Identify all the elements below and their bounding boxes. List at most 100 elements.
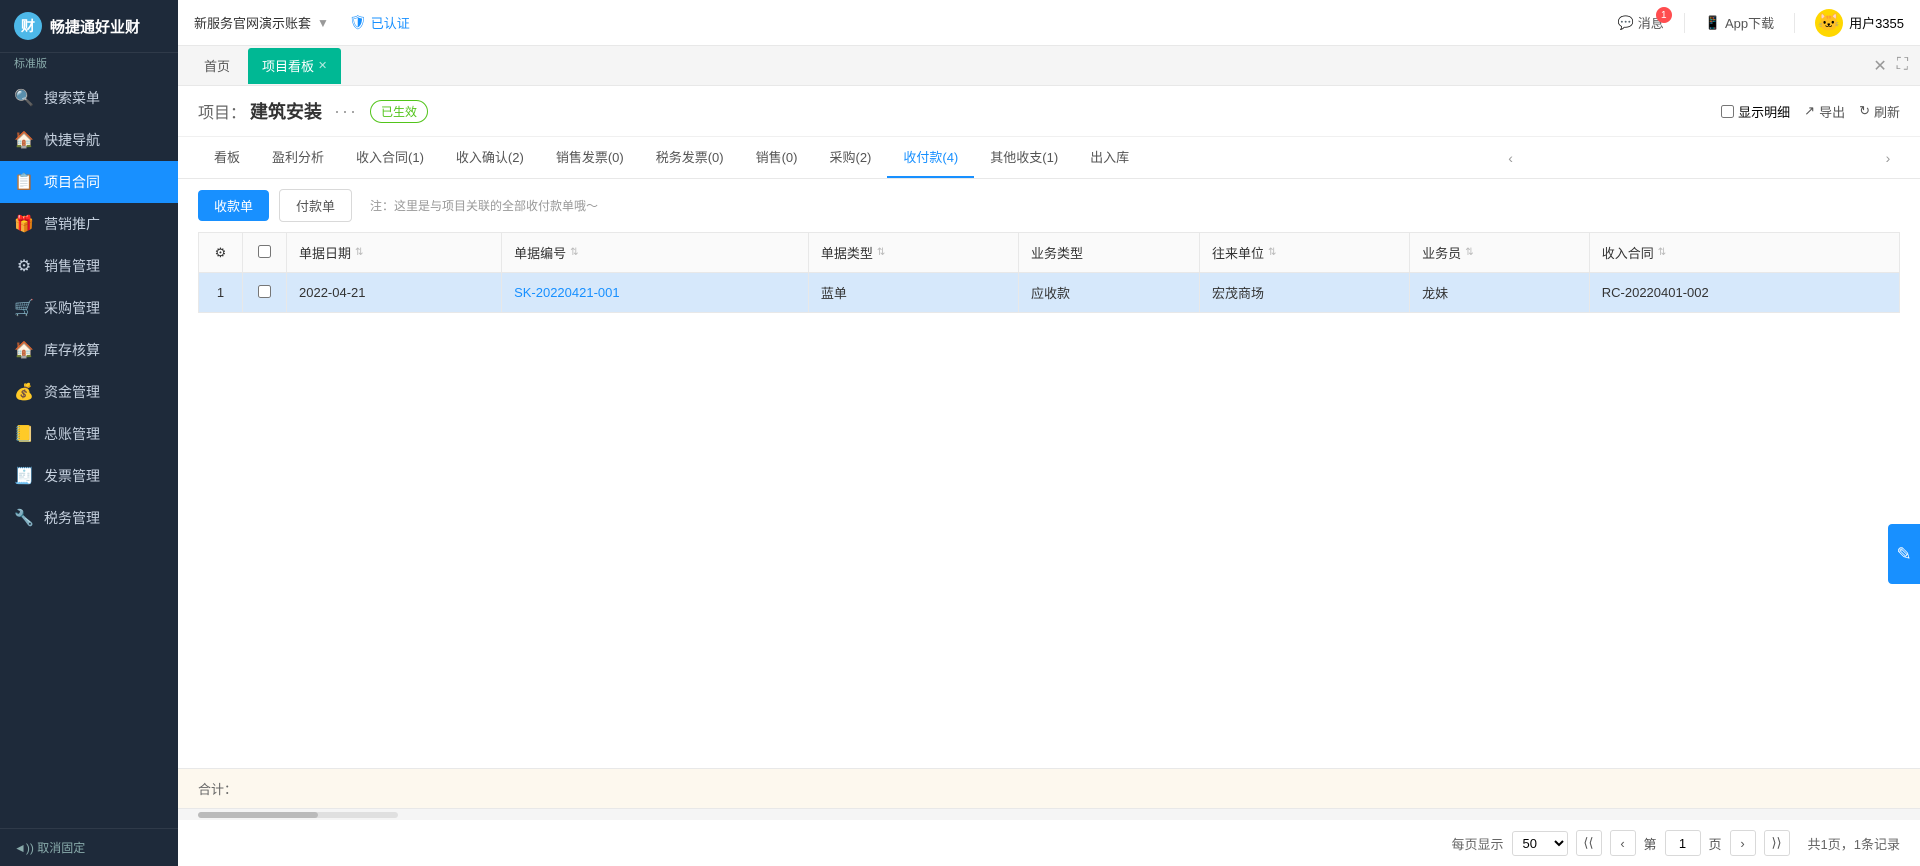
subtab-inout[interactable]: 出入库 (1074, 137, 1145, 178)
sidebar-item-tax[interactable]: 🔧 税务管理 (0, 497, 178, 539)
select-all-checkbox[interactable] (258, 245, 271, 258)
th-partner-label: 往来单位 (1212, 243, 1264, 262)
page-suffix: 页 (1709, 834, 1722, 853)
cart-icon: 🛒 (14, 298, 34, 318)
sort-icon4[interactable]: ⇅ (1268, 247, 1276, 258)
tab-project-board[interactable]: 项目看板 ✕ (248, 48, 341, 84)
subtab-income-confirm[interactable]: 收入确认(2) (440, 137, 540, 178)
export-button[interactable]: ↗ 导出 (1804, 102, 1845, 121)
sidebar-item-label: 税务管理 (44, 508, 100, 528)
row-checkbox[interactable] (258, 285, 271, 298)
per-page-select[interactable]: 50 100 200 (1512, 831, 1568, 856)
subtab-kanban[interactable]: 看板 (198, 137, 256, 178)
close-icon[interactable]: ✕ (318, 59, 327, 72)
th-date: 单据日期 ⇅ (287, 233, 502, 273)
th-type: 单据类型 ⇅ (808, 233, 1018, 273)
subtab-profit[interactable]: 盈利分析 (256, 137, 340, 178)
page-title-prefix: 项目： (198, 99, 246, 123)
page-number-input[interactable] (1665, 830, 1701, 856)
sidebar-item-purchase[interactable]: 🛒 采购管理 (0, 287, 178, 329)
sort-icon3[interactable]: ⇅ (877, 247, 885, 258)
show-detail-check[interactable] (1721, 105, 1734, 118)
subtab-prev-arrow[interactable]: ‹ (1499, 146, 1523, 170)
tab-home-label: 首页 (204, 56, 230, 75)
float-action-btn[interactable]: ✎ (1888, 524, 1920, 584)
prev-page-btn[interactable]: ‹ (1610, 830, 1636, 856)
tabsbar: 首页 项目看板 ✕ ✕ ⛶ (178, 46, 1920, 86)
first-page-btn[interactable]: ⟨⟨ (1576, 830, 1602, 856)
subtab-sales-invoice[interactable]: 销售发票(0) (540, 137, 640, 178)
sort-icon6[interactable]: ⇅ (1658, 247, 1666, 258)
doc-number-link[interactable]: SK-20220421-001 (514, 285, 620, 300)
next-page-btn[interactable]: › (1730, 830, 1756, 856)
payment-btn[interactable]: 付款单 (279, 189, 352, 222)
app-download-button[interactable]: 📱 App下载 (1705, 13, 1774, 32)
ledger-icon: 📒 (14, 424, 34, 444)
sidebar-scroll: 🔍 搜索菜单 🏠 快捷导航 📋 项目合同 🎁 营销推广 ⚙ 销售管理 🛒 采购管… (0, 77, 178, 828)
avatar: 🐱 (1815, 9, 1843, 37)
topbar-dropdown-icon[interactable]: ▼ (317, 16, 329, 30)
sort-icon5[interactable]: ⇅ (1465, 247, 1473, 258)
user-menu[interactable]: 🐱 用户3355 (1815, 9, 1904, 37)
subtab-collection[interactable]: 收付款(4) (887, 137, 974, 178)
subtab-next-arrow[interactable]: › (1876, 146, 1900, 170)
subtab-other-expense-label: 其他收支(1) (990, 150, 1058, 165)
float-icon: ✎ (1896, 544, 1911, 565)
window-buttons: ✕ ⛶ (1873, 56, 1908, 76)
subtab-income-contract[interactable]: 收入合同(1) (340, 137, 440, 178)
per-page-label: 每页显示 (1451, 834, 1503, 853)
sidebar-item-search[interactable]: 🔍 搜索菜单 (0, 77, 178, 119)
app-version: 标准版 (0, 53, 178, 77)
th-checkbox (243, 233, 287, 273)
sidebar-item-sales[interactable]: ⚙ 销售管理 (0, 245, 178, 287)
sidebar-item-marketing[interactable]: 🎁 营销推广 (0, 203, 178, 245)
th-income-contract-label: 收入合同 (1602, 243, 1654, 262)
phone-icon: 📱 (1705, 15, 1721, 31)
unpin-label: ◄)) 取消固定 (14, 839, 85, 856)
subtab-other-expense[interactable]: 其他收支(1) (974, 137, 1074, 178)
gear-icon: ⚙ (14, 256, 34, 276)
divider (1684, 13, 1685, 33)
subtab-purchase-label: 采购(2) (829, 150, 871, 165)
th-salesperson: 业务员 ⇅ (1410, 233, 1590, 273)
sidebar-item-label: 发票管理 (44, 466, 100, 486)
toolbar: 收款单 付款单 注：这里是与项目关联的全部收付款单哦～ (178, 179, 1920, 232)
refresh-label: 刷新 (1874, 102, 1900, 121)
more-options-icon[interactable]: ··· (334, 101, 358, 122)
tab-home[interactable]: 首页 (190, 48, 244, 84)
cell-seq: 1 (199, 273, 243, 313)
content-area: 项目： 建筑安装 ··· 已生效 显示明细 ↗ 导出 ↻ 刷新 (178, 86, 1920, 866)
sidebar-item-ledger[interactable]: 📒 总账管理 (0, 413, 178, 455)
gift-icon: 🎁 (14, 214, 34, 234)
sidebar-item-label: 库存核算 (44, 340, 100, 360)
th-settings[interactable]: ⚙ (199, 233, 243, 273)
collection-btn[interactable]: 收款单 (198, 190, 269, 221)
subtab-purchase[interactable]: 采购(2) (813, 137, 887, 178)
messages-button[interactable]: 💬 消息 1 (1618, 13, 1664, 32)
sidebar-item-finance[interactable]: 💰 资金管理 (0, 371, 178, 413)
sidebar-item-quicknav[interactable]: 🏠 快捷导航 (0, 119, 178, 161)
app-logo-icon: 财 (14, 12, 42, 40)
subtab-sales[interactable]: 销售(0) (740, 137, 814, 178)
sidebar-item-inventory[interactable]: 🏠 库存核算 (0, 329, 178, 371)
th-partner: 往来单位 ⇅ (1200, 233, 1410, 273)
close-window-icon[interactable]: ✕ (1873, 56, 1886, 76)
scrollbar-track[interactable] (198, 812, 398, 818)
messages-badge: 1 (1656, 7, 1672, 23)
sort-icon[interactable]: ⇅ (355, 247, 363, 258)
th-date-label: 单据日期 (299, 243, 351, 262)
subtab-tax-invoice[interactable]: 税务发票(0) (640, 137, 740, 178)
sidebar-item-invoice[interactable]: 🧾 发票管理 (0, 455, 178, 497)
sidebar: 财 畅捷通好业财 标准版 🔍 搜索菜单 🏠 快捷导航 📋 项目合同 🎁 营销推广… (0, 0, 178, 866)
last-page-btn[interactable]: ⟩⟩ (1764, 830, 1790, 856)
refresh-button[interactable]: ↻ 刷新 (1859, 102, 1900, 121)
scrollbar-thumb[interactable] (198, 812, 318, 818)
user-label: 用户3355 (1849, 13, 1904, 32)
show-detail-checkbox[interactable]: 显示明细 (1721, 102, 1790, 121)
settings-icon: ⚙ (215, 245, 227, 260)
sort-icon2[interactable]: ⇅ (570, 247, 578, 258)
unpin-button[interactable]: ◄)) 取消固定 (0, 828, 178, 866)
maximize-icon[interactable]: ⛶ (1897, 56, 1908, 76)
shield-icon: 🛡 (349, 14, 367, 31)
sidebar-item-contract[interactable]: 📋 项目合同 (0, 161, 178, 203)
